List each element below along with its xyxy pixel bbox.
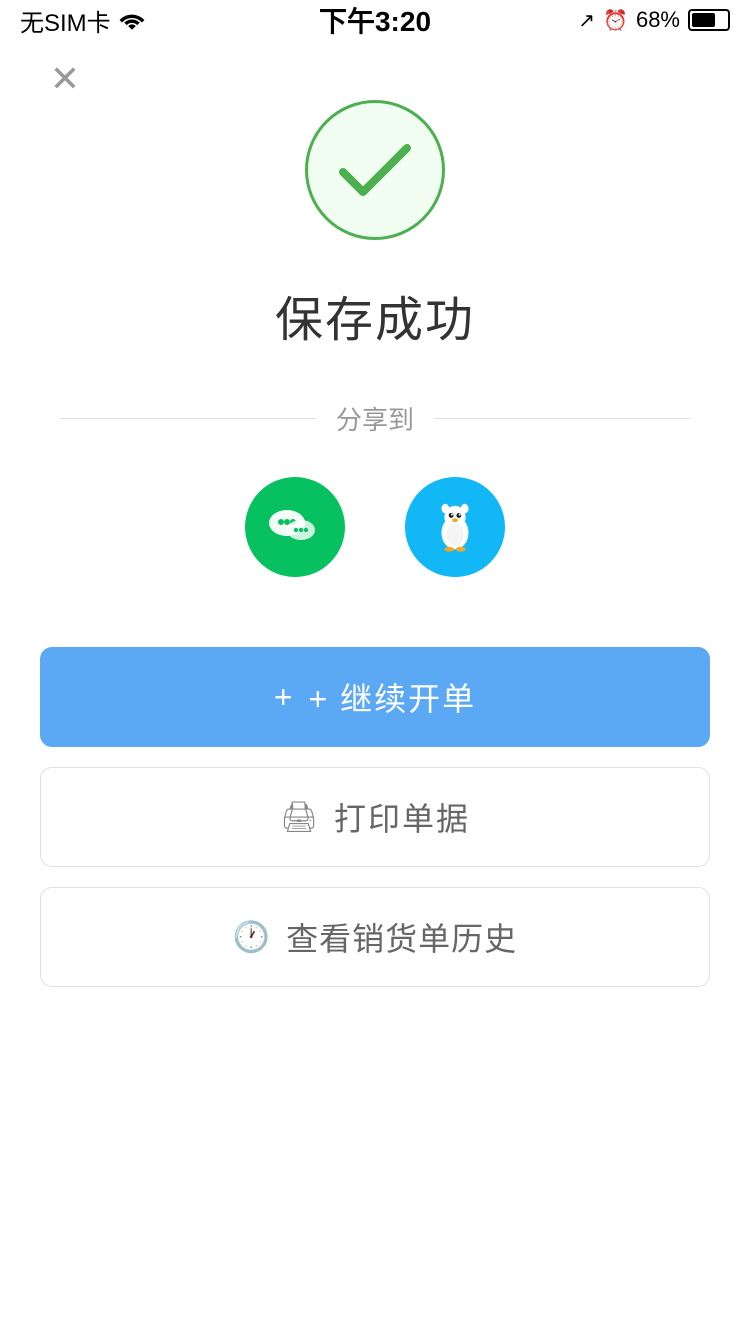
divider-line-left [60, 418, 316, 419]
status-bar: 无SIM卡 下午3:20 ↗ ⏰ 68% [0, 0, 750, 40]
continue-label: + 继续开单 [309, 674, 477, 720]
share-divider: 分享到 [0, 400, 750, 437]
history-icon: 🕐 [233, 920, 270, 955]
status-carrier: 无SIM卡 [20, 3, 145, 38]
print-label: 打印单据 [334, 794, 470, 840]
action-buttons: + + 继续开单 🖨 打印单据 🕐 查看销货单历史 [0, 647, 750, 987]
qq-icon [426, 498, 484, 556]
status-time: 下午3:20 [319, 0, 431, 40]
main-content: 保存成功 分享到 [0, 40, 750, 987]
carrier-text: 无SIM卡 [20, 3, 111, 38]
history-label: 查看销货单历史 [286, 914, 517, 960]
wechat-share-button[interactable] [245, 477, 345, 577]
divider-line-right [434, 418, 690, 419]
success-icon-circle [305, 100, 445, 240]
print-icon: 🖨 [280, 800, 318, 835]
history-button[interactable]: 🕐 查看销货单历史 [40, 887, 710, 987]
share-icons-container [245, 477, 505, 577]
wifi-icon [119, 10, 145, 30]
status-right: ↗ ⏰ 68% [578, 7, 730, 33]
print-button[interactable]: 🖨 打印单据 [40, 767, 710, 867]
qq-share-button[interactable] [405, 477, 505, 577]
checkmark-icon [335, 140, 415, 200]
close-button[interactable]: ✕ [40, 54, 90, 104]
location-icon: ↗ [578, 8, 595, 33]
success-title: 保存成功 [275, 280, 475, 350]
continue-button[interactable]: + + 继续开单 [40, 647, 710, 747]
wechat-icon [265, 497, 325, 557]
battery-percent: 68% [636, 7, 680, 33]
share-label: 分享到 [316, 400, 434, 437]
plus-icon: + [274, 679, 293, 716]
close-icon: ✕ [50, 61, 80, 97]
battery-icon [688, 9, 730, 31]
alarm-icon: ⏰ [603, 8, 628, 33]
